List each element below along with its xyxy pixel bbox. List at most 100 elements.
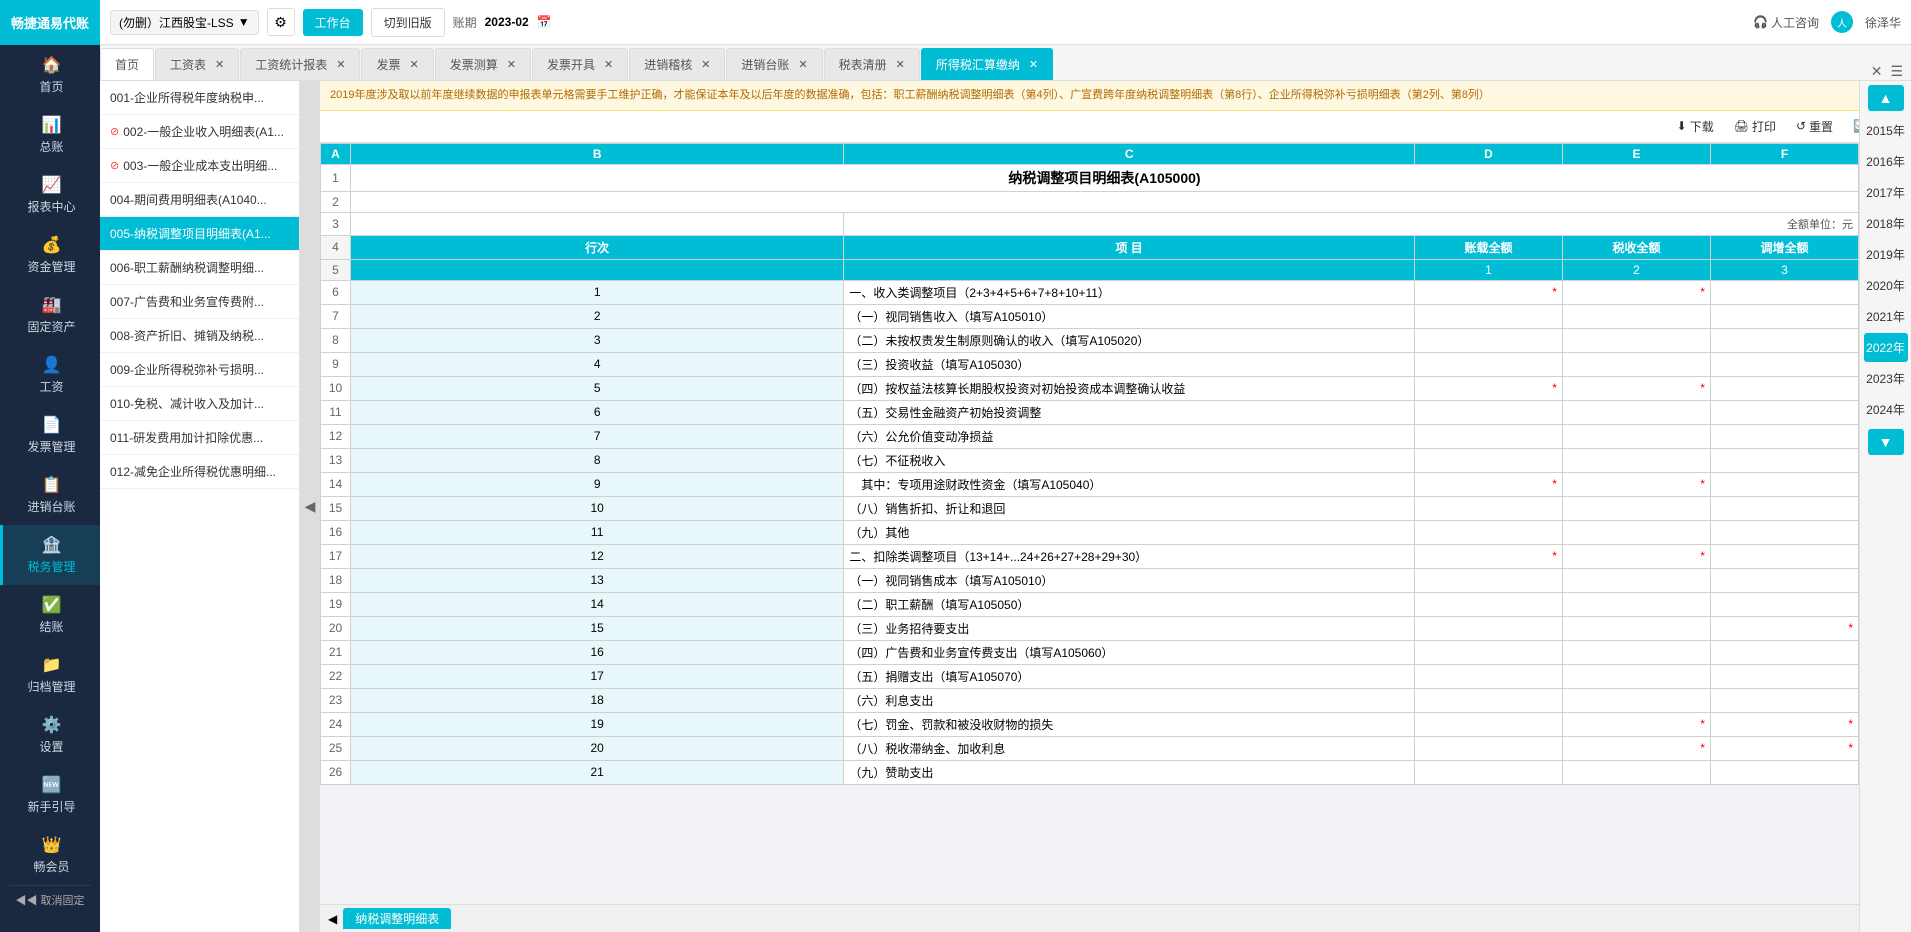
tab-invoice-open[interactable]: 发票开具 ✕ (532, 48, 628, 80)
val-col[interactable] (1562, 448, 1710, 472)
sidebar-item-salary[interactable]: 👤 工资 (0, 345, 100, 405)
form-item-005[interactable]: 005-纳税调整项目明细表(A1... (100, 217, 299, 251)
val-col[interactable] (1562, 592, 1710, 616)
val-col[interactable]: * (1710, 736, 1858, 760)
val-col[interactable] (1710, 448, 1858, 472)
tab-invoice-calc[interactable]: 发票测算 ✕ (435, 48, 531, 80)
sidebar-item-ledger[interactable]: 📊 总账 (0, 105, 100, 165)
val-col[interactable] (1562, 400, 1710, 424)
year-item-2020[interactable]: 2020年 (1864, 271, 1908, 300)
year-item-2015[interactable]: 2015年 (1864, 116, 1908, 145)
item-col[interactable]: （四）按权益法核算长期股权投资对初始投资成本调整确认收益 (844, 376, 1415, 400)
tab-invoice-open-close[interactable]: ✕ (604, 58, 613, 71)
item-col[interactable]: （三）投资收益（填写A105030） (844, 352, 1415, 376)
sidebar-item-guide[interactable]: 🆕 新手引导 (0, 765, 100, 825)
item-col[interactable]: （二）未按权责发生制原则确认的收入（填写A105020） (844, 328, 1415, 352)
item-col[interactable]: 一、收入类调整项目（2+3+4+5+6+7+8+10+11） (844, 280, 1415, 304)
sidebar-item-settings[interactable]: ⚙️ 设置 (0, 705, 100, 765)
tab-purchase-ledger-close[interactable]: ✕ (798, 58, 807, 71)
val-col[interactable] (1414, 520, 1562, 544)
reset-btn[interactable]: ↺ 重置 (1790, 115, 1839, 138)
tab-salary-report-close[interactable]: ✕ (336, 58, 345, 71)
val-col[interactable] (1414, 496, 1562, 520)
val-col[interactable] (1710, 328, 1858, 352)
sidebar-item-close[interactable]: ✅ 结账 (0, 585, 100, 645)
tab-check[interactable]: 进销稽核 ✕ (629, 48, 725, 80)
tab-purchase-ledger[interactable]: 进销台账 ✕ (726, 48, 822, 80)
sidebar-item-tax[interactable]: 🏦 税务管理 (0, 525, 100, 585)
form-item-012[interactable]: 012-减免企业所得税优惠明细... (100, 455, 299, 489)
val-col[interactable]: * (1562, 712, 1710, 736)
tab-invoice-calc-close[interactable]: ✕ (507, 58, 516, 71)
val-col[interactable] (1562, 616, 1710, 640)
val-col[interactable] (1710, 400, 1858, 424)
val-col[interactable]: * (1562, 376, 1710, 400)
val-col[interactable] (1710, 472, 1858, 496)
scroll-left-btn[interactable]: ◀ (328, 912, 337, 926)
val-col[interactable] (1710, 352, 1858, 376)
form-item-003[interactable]: ⊘ 003-一般企业成本支出明细... (100, 149, 299, 183)
val-col[interactable] (1710, 688, 1858, 712)
year-down-btn[interactable]: ▼ (1868, 429, 1904, 455)
panel-collapse-btn[interactable]: ◀ (300, 81, 320, 932)
form-item-002[interactable]: ⊘ 002-一般企业收入明细表(A1... (100, 115, 299, 149)
calendar-icon[interactable]: 📅 (537, 15, 552, 29)
tab-menu-btn[interactable]: ☰ (1890, 63, 1903, 80)
tab-check-close[interactable]: ✕ (701, 58, 710, 71)
val-col[interactable]: * (1414, 376, 1562, 400)
tab-invoice[interactable]: 发票 ✕ (361, 48, 433, 80)
bottom-tab-item[interactable]: 纳税调整明细表 (343, 908, 451, 929)
sidebar-item-invoice[interactable]: 📄 发票管理 (0, 405, 100, 465)
val-col[interactable] (1562, 496, 1710, 520)
sidebar-item-capital[interactable]: 💰 资金管理 (0, 225, 100, 285)
form-item-004[interactable]: 004-期间费用明细表(A1040... (100, 183, 299, 217)
year-item-2017[interactable]: 2017年 (1864, 178, 1908, 207)
sidebar-item-assets[interactable]: 🏭 固定资产 (0, 285, 100, 345)
val-col[interactable]: * (1562, 736, 1710, 760)
val-col[interactable] (1414, 688, 1562, 712)
form-item-001[interactable]: 001-企业所得税年度纳税申... (100, 81, 299, 115)
val-col[interactable] (1414, 712, 1562, 736)
val-col[interactable] (1414, 424, 1562, 448)
val-col[interactable] (1710, 640, 1858, 664)
val-col[interactable] (1710, 304, 1858, 328)
form-item-010[interactable]: 010-免税、减计收入及加计... (100, 387, 299, 421)
val-col[interactable] (1710, 568, 1858, 592)
val-col[interactable] (1414, 304, 1562, 328)
year-item-2019[interactable]: 2019年 (1864, 240, 1908, 269)
company-settings-btn[interactable]: ⚙ (267, 8, 295, 36)
tab-tax-list-close[interactable]: ✕ (896, 58, 905, 71)
val-col[interactable] (1562, 664, 1710, 688)
val-col[interactable]: * (1414, 472, 1562, 496)
year-item-2024[interactable]: 2024年 (1864, 395, 1908, 424)
val-col[interactable] (1562, 352, 1710, 376)
val-col[interactable] (1414, 736, 1562, 760)
workbench-btn[interactable]: 工作台 (303, 9, 363, 36)
val-col[interactable] (1414, 640, 1562, 664)
item-col[interactable]: （九）其他 (844, 520, 1415, 544)
tab-salary[interactable]: 工资表 ✕ (155, 48, 239, 80)
year-item-2016[interactable]: 2016年 (1864, 147, 1908, 176)
tab-invoice-close[interactable]: ✕ (410, 58, 419, 71)
val-col[interactable] (1414, 448, 1562, 472)
form-item-011[interactable]: 011-研发费用加计扣除优惠... (100, 421, 299, 455)
val-col[interactable] (1710, 520, 1858, 544)
item-col[interactable]: 二、扣除类调整项目（13+14+...24+26+27+28+29+30） (844, 544, 1415, 568)
service-btn[interactable]: 🎧 人工咨询 (1753, 14, 1819, 31)
val-col[interactable]: * (1562, 544, 1710, 568)
val-col[interactable] (1414, 760, 1562, 784)
tab-salary-close[interactable]: ✕ (215, 58, 224, 71)
val-col[interactable]: * (1562, 472, 1710, 496)
year-item-2023[interactable]: 2023年 (1864, 364, 1908, 393)
val-col[interactable] (1562, 568, 1710, 592)
val-col[interactable] (1562, 640, 1710, 664)
val-col[interactable] (1414, 400, 1562, 424)
item-col[interactable]: （二）职工薪酬（填写A105050） (844, 592, 1415, 616)
item-col[interactable]: （六）公允价值变动净损益 (844, 424, 1415, 448)
tab-income-tax-close[interactable]: ✕ (1029, 58, 1038, 71)
item-col[interactable]: （五）交易性金融资产初始投资调整 (844, 400, 1415, 424)
tab-tax-list[interactable]: 税表清册 ✕ (824, 48, 920, 80)
tab-home[interactable]: 首页 (100, 48, 154, 80)
val-col[interactable] (1562, 328, 1710, 352)
val-col[interactable] (1710, 664, 1858, 688)
